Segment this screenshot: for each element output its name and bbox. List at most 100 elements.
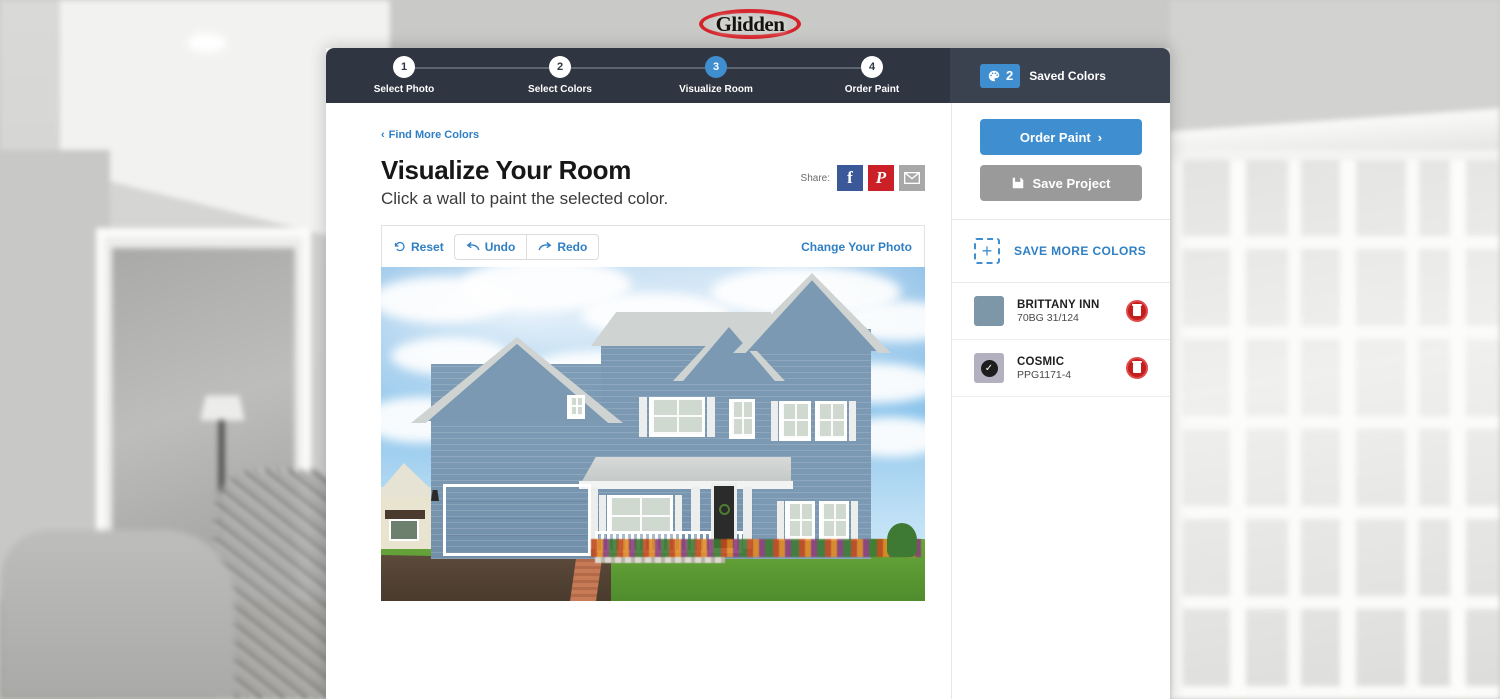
breadcrumb-find-more-colors[interactable]: ‹ Find More Colors xyxy=(381,129,479,141)
step-number: 4 xyxy=(861,56,883,78)
save-project-button[interactable]: Save Project xyxy=(980,165,1142,201)
window-shutter xyxy=(639,397,647,437)
reset-label: Reset xyxy=(411,239,444,254)
saved-colors-chip[interactable]: 2 xyxy=(980,63,1021,88)
app-body: ‹ Find More Colors Visualize Your Room C… xyxy=(326,103,1170,699)
step-order-paint[interactable]: 4 Order Paint xyxy=(794,56,950,95)
saved-color-row-brittany-inn[interactable]: BRITTANY INN 70BG 31/124 xyxy=(952,283,1170,340)
trash-icon[interactable] xyxy=(1126,357,1148,379)
attic-window xyxy=(567,395,585,419)
step-visualize-room[interactable]: 3 Visualize Room xyxy=(638,56,872,95)
window-shutter xyxy=(777,501,784,541)
upper-window-right-a xyxy=(779,401,811,441)
site-header: Glidden xyxy=(0,0,1500,48)
upper-window-right-b xyxy=(815,401,847,441)
editor-toolbar: Reset Undo Redo Change Your Photo xyxy=(381,225,925,267)
background-window-mullion xyxy=(1340,160,1356,699)
plus-icon: + xyxy=(974,238,1000,264)
saved-colors-bar[interactable]: 2 Saved Colors xyxy=(950,48,1170,103)
save-project-label: Save Project xyxy=(1032,175,1111,191)
pinterest-share-button[interactable]: P xyxy=(868,165,894,191)
sidebar-actions: Order Paint › Save Project xyxy=(952,103,1170,220)
title-block: Visualize Your Room Click a wall to pain… xyxy=(381,155,668,209)
envelope-icon xyxy=(904,172,920,184)
garage-door xyxy=(443,484,591,556)
shrub xyxy=(887,523,917,557)
selected-check-icon: ✓ xyxy=(980,359,998,377)
color-name: COSMIC xyxy=(1017,355,1065,368)
toolbar-tools: Reset Undo Redo xyxy=(394,233,600,260)
window-shutter xyxy=(771,401,778,441)
window-shutter xyxy=(849,401,856,441)
neighbor-awning xyxy=(385,510,425,519)
share-label: Share: xyxy=(800,172,830,184)
undo-button[interactable]: Undo xyxy=(455,235,527,259)
page-title: Visualize Your Room xyxy=(381,155,632,185)
trash-can-glyph xyxy=(1132,360,1142,373)
upper-window-narrow xyxy=(729,399,755,439)
app-header: 1 Select Photo 2 Select Colors 3 Visuali… xyxy=(326,48,1170,103)
step-label: Select Photo xyxy=(373,84,435,95)
color-code: 70BG 31/124 xyxy=(1017,311,1079,324)
redo-label: Redo xyxy=(557,239,588,254)
saved-colors-count: 2 xyxy=(1006,68,1014,83)
color-code: PPG1171-4 xyxy=(1017,368,1072,381)
save-more-colors-label: SAVE MORE COLORS xyxy=(1014,244,1147,258)
background-left-wall xyxy=(0,0,390,699)
upper-window-center xyxy=(649,397,705,437)
breadcrumb-label: Find More Colors xyxy=(388,129,480,141)
glidden-logo[interactable]: Glidden xyxy=(697,4,803,44)
lower-window-right-b xyxy=(819,501,849,541)
color-swatch[interactable]: ✓ xyxy=(974,353,1004,383)
save-more-colors-button[interactable]: + SAVE MORE COLORS xyxy=(952,220,1170,283)
color-swatch[interactable] xyxy=(974,296,1004,326)
color-info: BRITTANY INN 70BG 31/124 xyxy=(1017,299,1113,324)
trash-can-glyph xyxy=(1132,303,1142,316)
background-sofa xyxy=(0,530,235,699)
visualizer-photo-canvas[interactable] xyxy=(381,267,925,601)
title-row: Visualize Your Room Click a wall to pain… xyxy=(381,155,925,209)
undo-label: Undo xyxy=(484,239,516,254)
main-content: ‹ Find More Colors Visualize Your Room C… xyxy=(326,103,951,699)
saved-color-row-cosmic[interactable]: ✓ COSMIC PPG1171-4 xyxy=(952,340,1170,397)
redo-arrow-icon xyxy=(538,241,552,252)
sidebar: Order Paint › Save Project + SAVE MORE C… xyxy=(951,103,1170,699)
order-paint-button[interactable]: Order Paint › xyxy=(980,119,1142,155)
step-label: Visualize Room xyxy=(679,84,753,95)
window-shutter xyxy=(851,501,858,541)
porch-fascia xyxy=(579,481,793,489)
step-number: 1 xyxy=(393,56,415,78)
porch-roof xyxy=(581,457,791,483)
reset-button[interactable]: Reset xyxy=(394,240,444,254)
undo-redo-group: Undo Redo xyxy=(453,233,600,260)
door-wreath-icon xyxy=(719,504,730,515)
step-number: 3 xyxy=(705,56,727,78)
chevron-left-icon: ‹ xyxy=(381,129,385,141)
neighbor-window xyxy=(389,519,419,541)
step-label: Order Paint xyxy=(844,84,900,95)
reset-icon xyxy=(394,241,406,253)
step-number: 2 xyxy=(549,56,571,78)
flower-bed xyxy=(591,539,921,557)
order-paint-label: Order Paint xyxy=(1019,129,1091,145)
step-select-colors[interactable]: 2 Select Colors xyxy=(482,56,716,95)
trash-icon[interactable] xyxy=(1126,300,1148,322)
floppy-disk-icon xyxy=(1011,176,1025,190)
redo-button[interactable]: Redo xyxy=(526,234,598,259)
facebook-icon: f xyxy=(847,168,853,187)
email-share-button[interactable] xyxy=(899,165,925,191)
facebook-share-button[interactable]: f xyxy=(837,165,863,191)
background-window-mullion xyxy=(1230,160,1246,699)
step-select-photo[interactable]: 1 Select Photo xyxy=(326,56,560,95)
floor-lamp-shade xyxy=(200,395,245,421)
undo-arrow-icon xyxy=(466,241,480,252)
change-photo-link[interactable]: Change Your Photo xyxy=(801,240,912,254)
background-right-windows xyxy=(1170,0,1500,699)
share-row: Share: f P xyxy=(801,165,925,191)
color-name: BRITTANY INN xyxy=(1017,298,1100,311)
palette-icon xyxy=(987,69,1001,83)
color-info: COSMIC PPG1171-4 xyxy=(1017,356,1113,381)
saved-colors-label: Saved Colors xyxy=(1029,68,1106,83)
progress-stepper: 1 Select Photo 2 Select Colors 3 Visuali… xyxy=(326,48,950,103)
background-window-mullion xyxy=(1450,160,1466,699)
